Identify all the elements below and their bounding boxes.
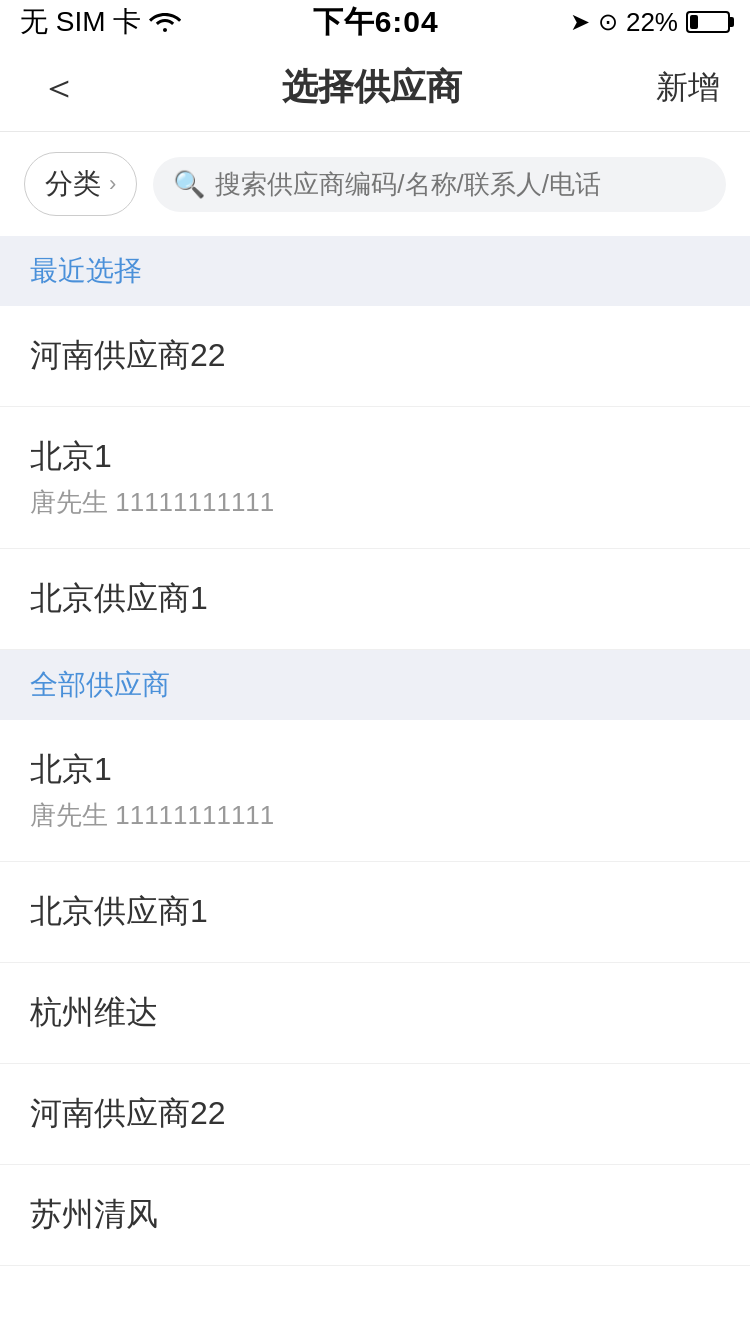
status-left: 无 SIM 卡 [20, 3, 181, 41]
category-button[interactable]: 分类 › [24, 152, 137, 216]
alarm-icon: ⊙ [598, 8, 618, 36]
item-name: 北京供应商1 [30, 890, 720, 934]
battery-percent: 22% [626, 7, 678, 38]
add-button[interactable]: 新增 [656, 66, 720, 110]
location-icon: ➤ [570, 8, 590, 36]
list-item[interactable]: 河南供应商22 [0, 1064, 750, 1165]
item-name: 河南供应商22 [30, 334, 720, 378]
item-name: 河南供应商22 [30, 1092, 720, 1136]
list-item[interactable]: 北京供应商1 [0, 862, 750, 963]
item-sub: 唐先生 11111111111 [30, 798, 720, 833]
nav-title: 选择供应商 [282, 63, 462, 112]
list-item[interactable]: 北京1 唐先生 11111111111 [0, 407, 750, 549]
category-label: 分类 [45, 165, 101, 203]
battery-icon [686, 11, 730, 33]
search-box: 🔍 [153, 157, 726, 212]
list-item[interactable]: 北京供应商1 [0, 549, 750, 650]
item-name: 北京1 [30, 435, 720, 479]
item-name: 杭州维达 [30, 991, 720, 1035]
filter-bar: 分类 › 🔍 [0, 132, 750, 236]
back-button[interactable]: ＜ [30, 52, 88, 123]
recent-section-header: 最近选择 [0, 236, 750, 306]
search-input[interactable] [215, 169, 706, 200]
list-item[interactable]: 河南供应商22 [0, 306, 750, 407]
wifi-icon [149, 11, 181, 33]
battery-fill [690, 15, 698, 29]
search-icon: 🔍 [173, 169, 205, 200]
item-name: 北京供应商1 [30, 577, 720, 621]
item-name: 北京1 [30, 748, 720, 792]
chevron-right-icon: › [109, 171, 116, 197]
status-time: 下午6:04 [313, 2, 439, 43]
carrier-text: 无 SIM 卡 [20, 3, 141, 41]
list-item[interactable]: 苏州清风 [0, 1165, 750, 1266]
list-item[interactable]: 杭州维达 [0, 963, 750, 1064]
status-bar: 无 SIM 卡 下午6:04 ➤ ⊙ 22% [0, 0, 750, 44]
item-name: 苏州清风 [30, 1193, 720, 1237]
all-section-header: 全部供应商 [0, 650, 750, 720]
recent-list: 河南供应商22 北京1 唐先生 11111111111 北京供应商1 [0, 306, 750, 650]
nav-bar: ＜ 选择供应商 新增 [0, 44, 750, 132]
item-sub: 唐先生 11111111111 [30, 485, 720, 520]
all-section-label: 全部供应商 [30, 669, 170, 700]
status-right: ➤ ⊙ 22% [570, 7, 730, 38]
all-list: 北京1 唐先生 11111111111 北京供应商1 杭州维达河南供应商22 苏州清风 [0, 720, 750, 1266]
list-item[interactable]: 北京1 唐先生 11111111111 [0, 720, 750, 862]
recent-section-label: 最近选择 [30, 255, 142, 286]
